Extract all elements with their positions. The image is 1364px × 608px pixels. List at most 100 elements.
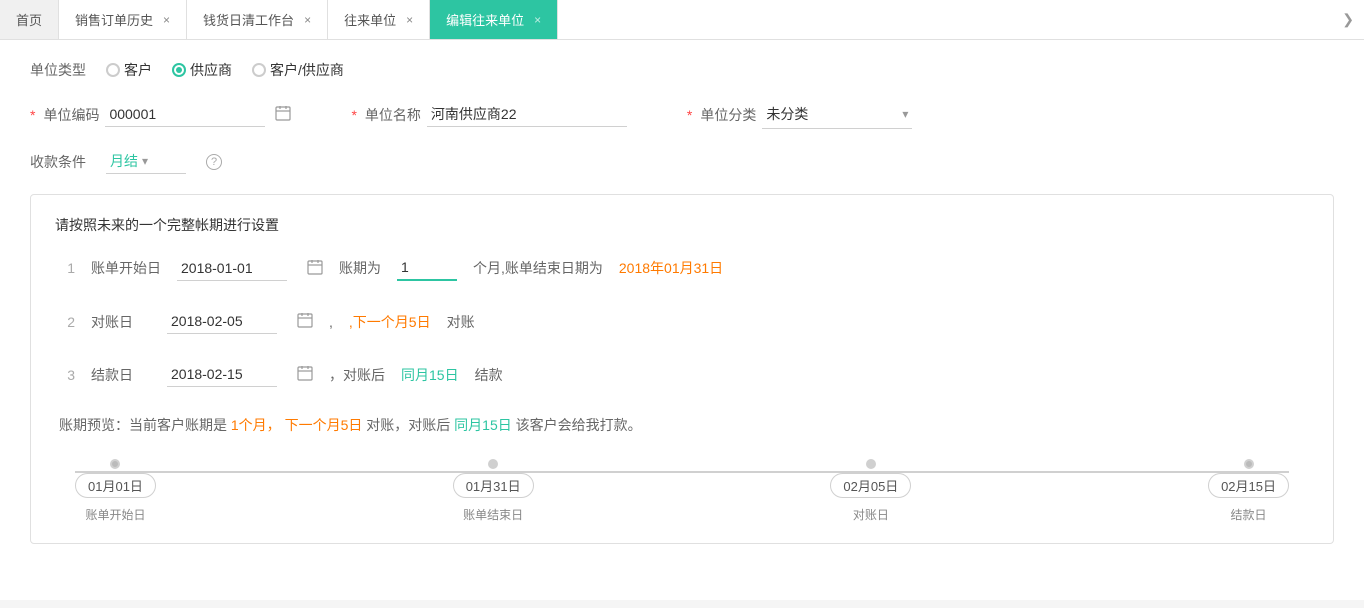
row-1-suffix-before: 账期为 [339, 258, 381, 278]
data-row-2: 2 对账日 ,,下一个月5日 对账 [55, 309, 1309, 334]
unit-category-value: 未分类 [766, 104, 902, 124]
unit-code-group: * 单位编码 [30, 102, 291, 127]
row-2-date-input[interactable] [167, 309, 277, 334]
unit-code-icon[interactable] [275, 105, 291, 124]
unit-category-star: * [687, 107, 692, 123]
radio-customer-label: 客户 [124, 60, 152, 80]
tab-edit-partner[interactable]: 编辑往来单位 × [430, 0, 558, 39]
unit-name-input[interactable] [427, 102, 627, 127]
timeline-sublabel-2: 对账日 [853, 506, 889, 523]
tab-bar: 首页 销售订单历史 × 钱货日清工作台 × 往来单位 × 编辑往来单位 × ❯ [0, 0, 1364, 40]
row-1-number: 1 [55, 260, 75, 276]
row-3-suffix-3: 结款 [475, 365, 503, 385]
payment-select[interactable]: 月结 ▾ [106, 149, 186, 174]
radio-supplier-circle [172, 63, 186, 77]
tab-partner-unit[interactable]: 往来单位 × [328, 0, 430, 39]
unit-type-row: 单位类型 客户 供应商 客户/供应商 [30, 60, 1334, 80]
unit-category-select[interactable]: 未分类 ▾ [762, 100, 912, 129]
main-content: 单位类型 客户 供应商 客户/供应商 * 单位编码 [0, 40, 1364, 600]
row-1-period-input[interactable] [397, 255, 457, 281]
row-2-suffix-1: , [329, 314, 333, 330]
tab-home[interactable]: 首页 [0, 0, 59, 39]
timeline-tag-2: 02月05日 [830, 473, 911, 498]
radio-customer-supplier-circle [252, 63, 266, 77]
tab-sales-history[interactable]: 销售订单历史 × [59, 0, 187, 39]
unit-name-label: 单位名称 [365, 105, 421, 125]
row-2-suffix-2: 对账 [447, 312, 475, 332]
unit-category-arrow-icon: ▾ [902, 107, 908, 121]
unit-code-label: 单位编码 [43, 105, 99, 125]
tab-edit-partner-close[interactable]: × [534, 13, 541, 27]
tab-home-label: 首页 [16, 10, 42, 29]
payment-value: 月结 [110, 151, 138, 171]
row-3-cal-icon[interactable] [297, 365, 313, 384]
timeline: 01月01日 账单开始日 01月31日 账单结束日 02月05日 对账日 02月… [55, 459, 1309, 523]
timeline-sublabel-3: 结款日 [1231, 506, 1267, 523]
payment-row: 收款条件 月结 ▾ ? [30, 149, 1334, 174]
preview-end: 该客户会给我打款。 [516, 417, 642, 433]
timeline-point-3: 02月15日 结款日 [1208, 459, 1289, 523]
row-1-cal-icon[interactable] [307, 259, 323, 278]
data-row-3: 3 结款日 ，对账后 同月15日 结款 [55, 362, 1309, 387]
tab-cash-work-close[interactable]: × [304, 13, 311, 27]
row-3-highlight: 同月15日 [401, 365, 459, 385]
timeline-point-1: 01月31日 账单结束日 [453, 459, 534, 523]
timeline-tag-1: 01月31日 [453, 473, 534, 498]
row-3-number: 3 [55, 367, 75, 383]
unit-type-label: 单位类型 [30, 60, 86, 80]
row-2-cal-icon[interactable] [297, 312, 313, 331]
row-3-label: 结款日 [91, 365, 151, 385]
tab-expand-button[interactable]: ❯ [1332, 0, 1364, 39]
preview-part2: 下一个月5日 [285, 417, 363, 433]
payment-label: 收款条件 [30, 152, 86, 172]
preview-part1: 1个月， [231, 417, 281, 433]
row-1-label: 账单开始日 [91, 258, 161, 278]
unit-code-input[interactable] [105, 102, 265, 127]
radio-customer-supplier[interactable]: 客户/供应商 [252, 60, 344, 80]
preview-text: 账期预览：当前客户账期是 1个月， 下一个月5日 对账，对账后 同月15日 该客… [55, 415, 1309, 435]
radio-customer-supplier-label: 客户/供应商 [270, 60, 344, 80]
unit-category-label: 单位分类 [700, 105, 756, 125]
tab-partner-unit-close[interactable]: × [406, 13, 413, 27]
preview-mid: 对账，对账后 [366, 417, 450, 433]
tab-sales-history-label: 销售订单历史 [75, 10, 153, 29]
preview-label: 账期预览：当前客户账期是 [59, 417, 227, 433]
timeline-sublabel-1: 账单结束日 [463, 506, 523, 523]
unit-type-radio-group: 客户 供应商 客户/供应商 [106, 60, 344, 80]
radio-supplier[interactable]: 供应商 [172, 60, 232, 80]
unit-name-star: * [351, 107, 356, 123]
unit-category-group: * 单位分类 未分类 ▾ [687, 100, 912, 129]
timeline-tag-3: 02月15日 [1208, 473, 1289, 498]
radio-customer-circle [106, 63, 120, 77]
timeline-dot-3 [1244, 459, 1254, 469]
help-icon[interactable]: ? [206, 154, 222, 170]
timeline-sublabel-0: 账单开始日 [85, 506, 145, 523]
data-row-1: 1 账单开始日 账期为 个月,账单结束日期为 2018年01月31日 [55, 255, 1309, 281]
tab-edit-partner-label: 编辑往来单位 [446, 10, 524, 29]
row-2-number: 2 [55, 314, 75, 330]
timeline-dot-1 [488, 459, 498, 469]
row-1-period-unit: 个月,账单结束日期为 [473, 258, 603, 278]
section-title: 请按照未来的一个完整帐期进行设置 [55, 215, 1309, 235]
payment-arrow-icon: ▾ [142, 154, 148, 168]
timeline-points: 01月01日 账单开始日 01月31日 账单结束日 02月05日 对账日 02月… [75, 459, 1289, 523]
row-1-period-end-date: 2018年01月31日 [619, 258, 723, 278]
radio-supplier-label: 供应商 [190, 60, 232, 80]
tab-sales-history-close[interactable]: × [163, 13, 170, 27]
timeline-dot-2 [866, 459, 876, 469]
tab-cash-work-label: 钱货日清工作台 [203, 10, 294, 29]
unit-info-row: * 单位编码 * 单位名称 * 单位分类 未分类 ▾ [30, 100, 1334, 129]
preview-part3: 同月15日 [454, 417, 512, 433]
unit-code-star: * [30, 107, 35, 123]
row-3-date-input[interactable] [167, 362, 277, 387]
timeline-tag-0: 01月01日 [75, 473, 156, 498]
tab-cash-work[interactable]: 钱货日清工作台 × [187, 0, 328, 39]
radio-customer[interactable]: 客户 [106, 60, 152, 80]
timeline-point-2: 02月05日 对账日 [830, 459, 911, 523]
row-3-suffix-1: ，对账后 [329, 365, 385, 385]
tab-partner-unit-label: 往来单位 [344, 10, 396, 29]
unit-name-group: * 单位名称 [351, 102, 626, 127]
row-1-date-input[interactable] [177, 256, 287, 281]
timeline-dot-0 [110, 459, 120, 469]
row-2-label: 对账日 [91, 312, 151, 332]
